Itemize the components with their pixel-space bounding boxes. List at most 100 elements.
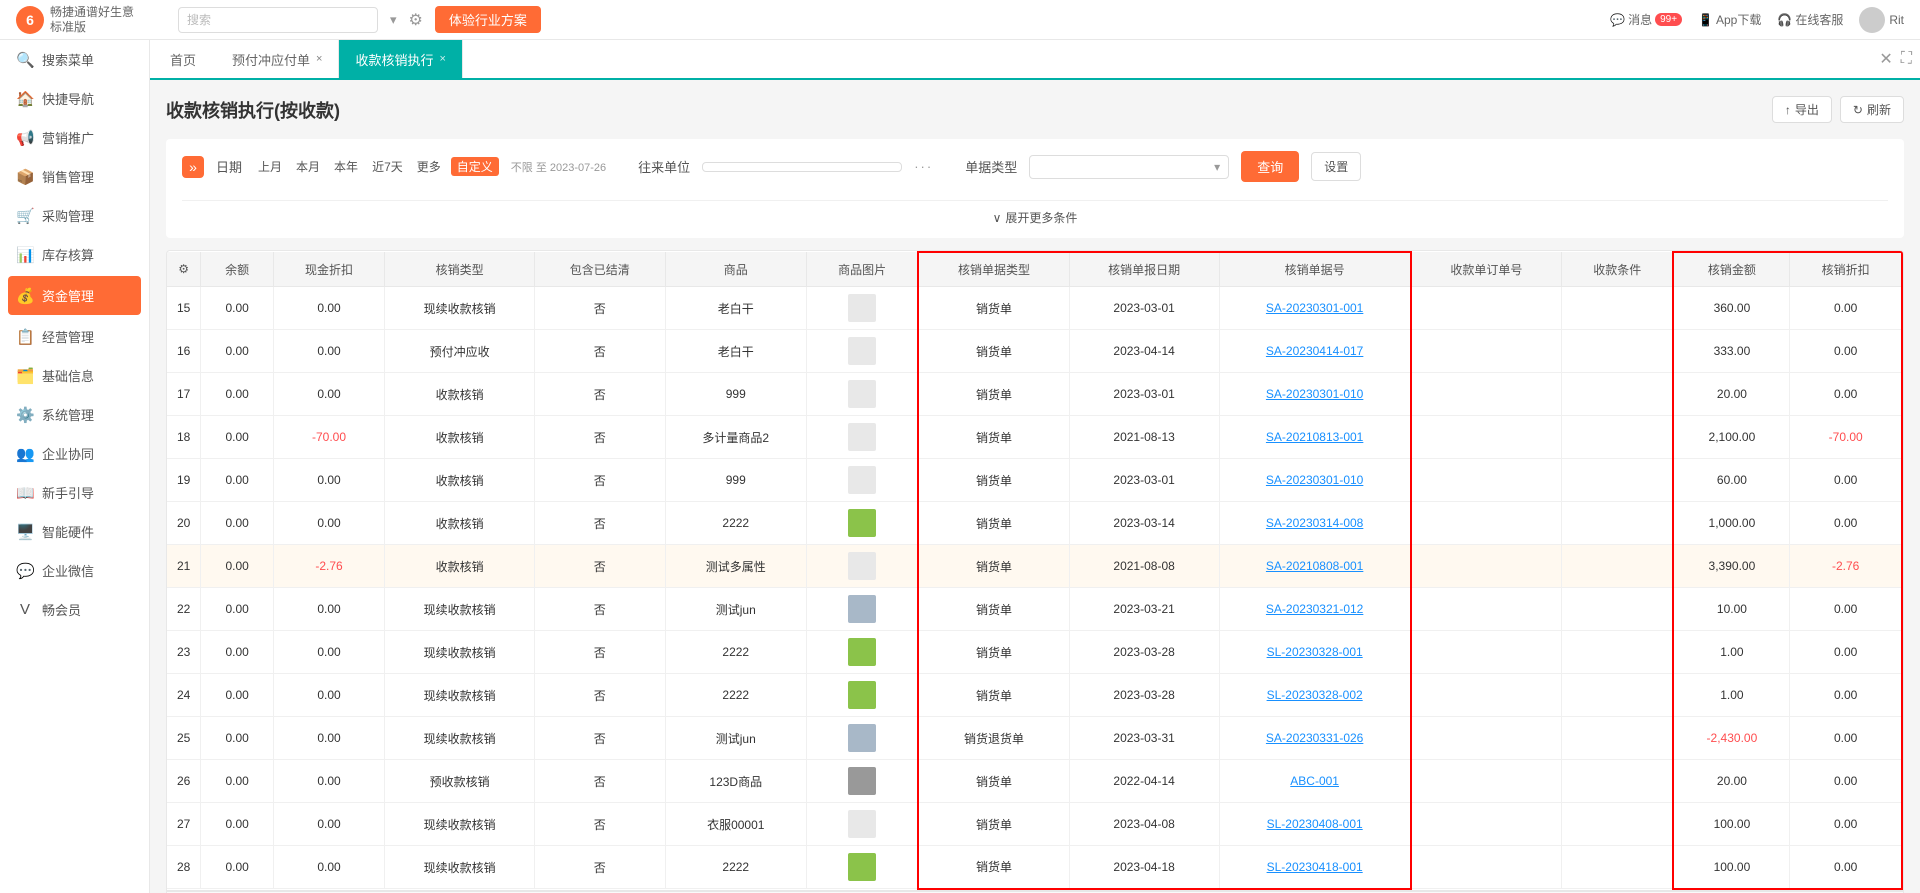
date-last-month[interactable]: 上月	[254, 156, 286, 177]
cell-cash-discount: 0.00	[273, 459, 384, 502]
cell-bill-no[interactable]: SA-20230321-012	[1219, 588, 1411, 631]
tab-close-all-btn[interactable]: ✕	[1879, 49, 1892, 69]
date-more[interactable]: 更多	[413, 156, 445, 177]
cell-receipt-condition	[1561, 330, 1673, 373]
cell-bill-no[interactable]: SL-20230418-001	[1219, 846, 1411, 889]
cell-balance: 0.00	[201, 416, 274, 459]
gear-settings-icon[interactable]: ⚙	[409, 10, 423, 30]
cell-balance: 0.00	[201, 502, 274, 545]
cell-bill-no[interactable]: SA-20230301-010	[1219, 373, 1411, 416]
cell-bill-no[interactable]: SL-20230408-001	[1219, 803, 1411, 846]
cell-receipt-condition	[1561, 803, 1673, 846]
refresh-btn[interactable]: ↻ 刷新	[1840, 96, 1904, 123]
cell-receipt-order-no	[1411, 330, 1562, 373]
cell-bill-no[interactable]: SA-20230331-026	[1219, 717, 1411, 760]
cell-writeoff-type: 现续收款核销	[385, 846, 535, 889]
export-btn[interactable]: ↑ 导出	[1772, 96, 1832, 123]
sidebar-item-sales[interactable]: 📦销售管理	[0, 157, 149, 196]
cell-writeoff-type: 收款核销	[385, 373, 535, 416]
tab-close-receipt[interactable]: ×	[439, 53, 445, 65]
cell-bill-no[interactable]: SL-20230328-002	[1219, 674, 1411, 717]
cell-writeoff-discount: 0.00	[1790, 674, 1902, 717]
cell-include-settled: 否	[535, 760, 666, 803]
tab-home[interactable]: 首页	[150, 40, 216, 78]
cell-writeoff-discount: 0.00	[1790, 287, 1902, 330]
sidebar-item-collab[interactable]: 👥企业协同	[0, 434, 149, 473]
setting-btn[interactable]: 设置	[1311, 152, 1361, 181]
date-custom[interactable]: 自定义	[451, 157, 499, 176]
tab-close-prepay[interactable]: ×	[316, 53, 322, 65]
cell-bill-type: 销货单	[918, 674, 1069, 717]
cell-include-settled: 否	[535, 502, 666, 545]
col-header-bill-no: 核销单据号	[1219, 252, 1411, 287]
cell-receipt-condition	[1561, 674, 1673, 717]
cell-bill-no[interactable]: SA-20210808-001	[1219, 545, 1411, 588]
cell-bill-date: 2023-04-08	[1069, 803, 1219, 846]
sidebar-item-guide[interactable]: 📖新手引导	[0, 473, 149, 512]
cell-bill-no[interactable]: SA-20230414-017	[1219, 330, 1411, 373]
people-icon: 👥	[16, 445, 34, 463]
sidebar-item-marketing[interactable]: 📢营销推广	[0, 118, 149, 157]
date-7days[interactable]: 近7天	[368, 156, 407, 177]
cell-include-settled: 否	[535, 459, 666, 502]
tab-fullscreen-btn[interactable]: ⛶	[1901, 50, 1912, 68]
table-row: 26 0.00 0.00 预收款核销 否 123D商品 销货单 2022-04-…	[167, 760, 1902, 803]
global-search[interactable]: 搜索	[178, 7, 378, 33]
cell-writeoff-amount: 100.00	[1673, 846, 1789, 889]
package-icon: 📦	[16, 168, 34, 186]
user-avatar[interactable]: Rit	[1859, 7, 1904, 33]
sidebar-item-search[interactable]: 🔍搜索菜单	[0, 40, 149, 79]
tab-prepay[interactable]: 预付冲应付单 ×	[216, 40, 339, 78]
sidebar-item-shortcut[interactable]: 🏠快捷导航	[0, 79, 149, 118]
sidebar-item-operation[interactable]: 📋经营管理	[0, 317, 149, 356]
expand-conditions-text: 展开更多条件	[1005, 209, 1077, 226]
app-download-btn[interactable]: 📱 App下载	[1698, 11, 1761, 28]
cell-bill-no[interactable]: ABC-001	[1219, 760, 1411, 803]
cell-writeoff-discount: -70.00	[1790, 416, 1902, 459]
expand-conditions-row[interactable]: ∨ 展开更多条件	[182, 200, 1888, 226]
message-btn[interactable]: 💬 消息 99+	[1610, 11, 1682, 28]
system-icon: ⚙️	[16, 406, 34, 424]
cell-writeoff-amount: 10.00	[1673, 588, 1789, 631]
cell-include-settled: 否	[535, 803, 666, 846]
cell-goods: 测试多属性	[665, 545, 806, 588]
page-title-text: 收款核销执行(按收款)	[166, 97, 340, 123]
filter-expand-btn[interactable]: »	[182, 156, 204, 178]
tab-receipt[interactable]: 收款核销执行 ×	[339, 40, 462, 78]
cell-include-settled: 否	[535, 588, 666, 631]
sidebar-item-system[interactable]: ⚙️系统管理	[0, 395, 149, 434]
cell-bill-no[interactable]: SA-20230301-010	[1219, 459, 1411, 502]
cell-cash-discount: 0.00	[273, 287, 384, 330]
cell-bill-no[interactable]: SL-20230328-001	[1219, 631, 1411, 674]
refresh-icon: ↻	[1853, 103, 1863, 117]
cell-bill-date: 2022-04-14	[1069, 760, 1219, 803]
monitor-icon: 🖥️	[16, 523, 34, 541]
cell-writeoff-type: 现续收款核销	[385, 717, 535, 760]
date-this-year[interactable]: 本年	[330, 156, 362, 177]
sidebar-item-purchase[interactable]: 🛒采购管理	[0, 196, 149, 235]
industry-solution-btn[interactable]: 体验行业方案	[435, 6, 541, 33]
sidebar-item-inventory[interactable]: 📊库存核算	[0, 235, 149, 274]
query-btn[interactable]: 查询	[1241, 151, 1299, 182]
sidebar-item-hardware[interactable]: 🖥️智能硬件	[0, 512, 149, 551]
date-this-month[interactable]: 本月	[292, 156, 324, 177]
cell-bill-no[interactable]: SA-20230314-008	[1219, 502, 1411, 545]
dropdown-arrow[interactable]: ▾	[390, 12, 397, 28]
cell-bill-no[interactable]: SA-20230301-001	[1219, 287, 1411, 330]
sidebar-item-wechat[interactable]: 💬企业微信	[0, 551, 149, 590]
cell-bill-date: 2023-03-01	[1069, 459, 1219, 502]
cell-bill-date: 2023-03-28	[1069, 674, 1219, 717]
cell-seq: 25	[167, 717, 201, 760]
cell-bill-no[interactable]: SA-20210813-001	[1219, 416, 1411, 459]
cell-goods: 老白干	[665, 330, 806, 373]
cell-seq: 27	[167, 803, 201, 846]
main-content: 首页 预付冲应付单 × 收款核销执行 × ✕ ⛶ 收款核销执行(按收款) ↑	[150, 40, 1920, 893]
bill-type-select[interactable]: ▾	[1029, 155, 1229, 179]
partner-input[interactable]	[702, 162, 902, 172]
col-header-gear[interactable]: ⚙	[167, 252, 201, 287]
sidebar-item-finance[interactable]: 💰资金管理	[8, 276, 141, 315]
sidebar-item-member[interactable]: V畅会员	[0, 590, 149, 629]
sidebar-item-basic[interactable]: 🗂️基础信息	[0, 356, 149, 395]
online-service-btn[interactable]: 🎧 在线客服	[1777, 11, 1843, 28]
date-sub-container: 不限 至 2023-07-26	[511, 159, 606, 175]
